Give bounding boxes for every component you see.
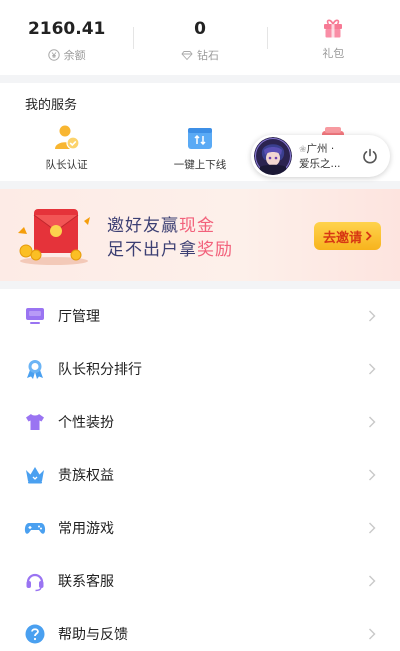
stat-balance[interactable]: 2160.41 余额 [0,0,133,75]
balance-label-row: 余额 [47,47,86,63]
stat-gift[interactable]: 礼包 [266,0,400,75]
power-icon[interactable] [361,147,379,165]
room-name: 爱乐之... [299,157,341,170]
captain-badge-icon [54,125,80,150]
room-info: ❀广州 · 爱乐之... [299,142,355,171]
banner-line1-text: 邀好友赢 [107,216,179,236]
menu-item-room-management[interactable]: 厅管理 [0,289,400,342]
balance-label: 余额 [63,48,86,62]
chevron-right-icon [369,310,376,321]
banner-line2: 足不出户拿奖励 [107,235,233,260]
headset-icon [26,573,44,591]
gift-label: 礼包 [322,46,345,60]
room-location-text: 广州 · [306,142,335,155]
banner-line2-text: 足不出户拿 [107,240,197,260]
diamond-value: 0 [194,18,206,39]
ribbon-badge-icon [27,359,43,379]
chevron-right-icon [369,575,376,586]
service-one-click-online-label: 一键上下线 [173,159,227,171]
crown-icon [26,466,44,483]
room-location: ❀广州 · [299,142,355,157]
shirt-icon [26,413,44,430]
menu-label: 贵族权益 [58,467,114,484]
stats-bar: 2160.41 余额 0 钻石 礼包 [0,0,400,75]
menu-label: 队长积分排行 [58,361,142,378]
menu-label: 个性装扮 [58,414,114,431]
banner-line2-highlight: 奖励 [197,240,233,260]
stat-diamond[interactable]: 0 钻石 [133,0,266,75]
diamond-label-row: 钻石 [181,47,219,63]
red-packet-icon [18,209,90,265]
monitor-icon [26,307,44,324]
chevron-right-icon [369,469,376,480]
menu-item-captain-ranking[interactable]: 队长积分排行 [0,342,400,395]
services-title: 我的服务 [25,98,78,113]
invite-button[interactable]: 去邀请 [314,222,381,250]
chevron-right-icon [369,363,376,374]
menu-item-common-games[interactable]: 常用游戏 [0,501,400,554]
service-captain-auth-label: 队长认证 [45,159,88,171]
chevron-right-icon [369,416,376,427]
balance-value: 2160.41 [27,18,106,39]
chevron-right-icon [369,628,376,639]
chevron-right-icon [369,522,376,533]
settings-menu: 厅管理 队长积分排行 个性装扮 贵族权益 常用游戏 联系客服 帮助与反馈 [0,289,400,651]
service-captain-auth[interactable]: 队长认证 [0,123,133,172]
menu-item-customer-service[interactable]: 联系客服 [0,554,400,607]
gift-icon [324,19,343,37]
invite-button-label: 去邀请 [322,230,362,246]
service-one-click-online[interactable]: 一键上下线 [133,123,266,172]
menu-label: 常用游戏 [58,520,114,537]
room-avatar[interactable] [254,137,292,175]
gamepad-icon [24,522,46,534]
avatar-image [254,137,292,175]
menu-label: 联系客服 [58,573,114,590]
help-icon [25,624,45,643]
menu-label: 帮助与反馈 [58,626,128,643]
menu-label: 厅管理 [58,308,100,325]
diamond-label: 钻石 [196,48,219,62]
menu-item-personal-style[interactable]: 个性装扮 [0,395,400,448]
floating-room-widget[interactable]: ❀广州 · 爱乐之... [251,135,390,177]
banner-line1: 邀好友赢现金 [107,211,215,236]
diamond-icon [181,50,193,60]
yen-icon [47,48,60,61]
invite-banner[interactable]: 邀好友赢现金 足不出户拿奖励 去邀请 [0,189,400,281]
gift-label-row: 礼包 [322,45,344,61]
online-toggle-icon [187,128,212,149]
banner-line1-highlight: 现金 [179,216,215,236]
location-icon: ❀ [299,144,307,155]
chevron-right-icon [365,231,372,241]
menu-item-noble-privileges[interactable]: 贵族权益 [0,448,400,501]
menu-item-help-feedback[interactable]: 帮助与反馈 [0,607,400,651]
